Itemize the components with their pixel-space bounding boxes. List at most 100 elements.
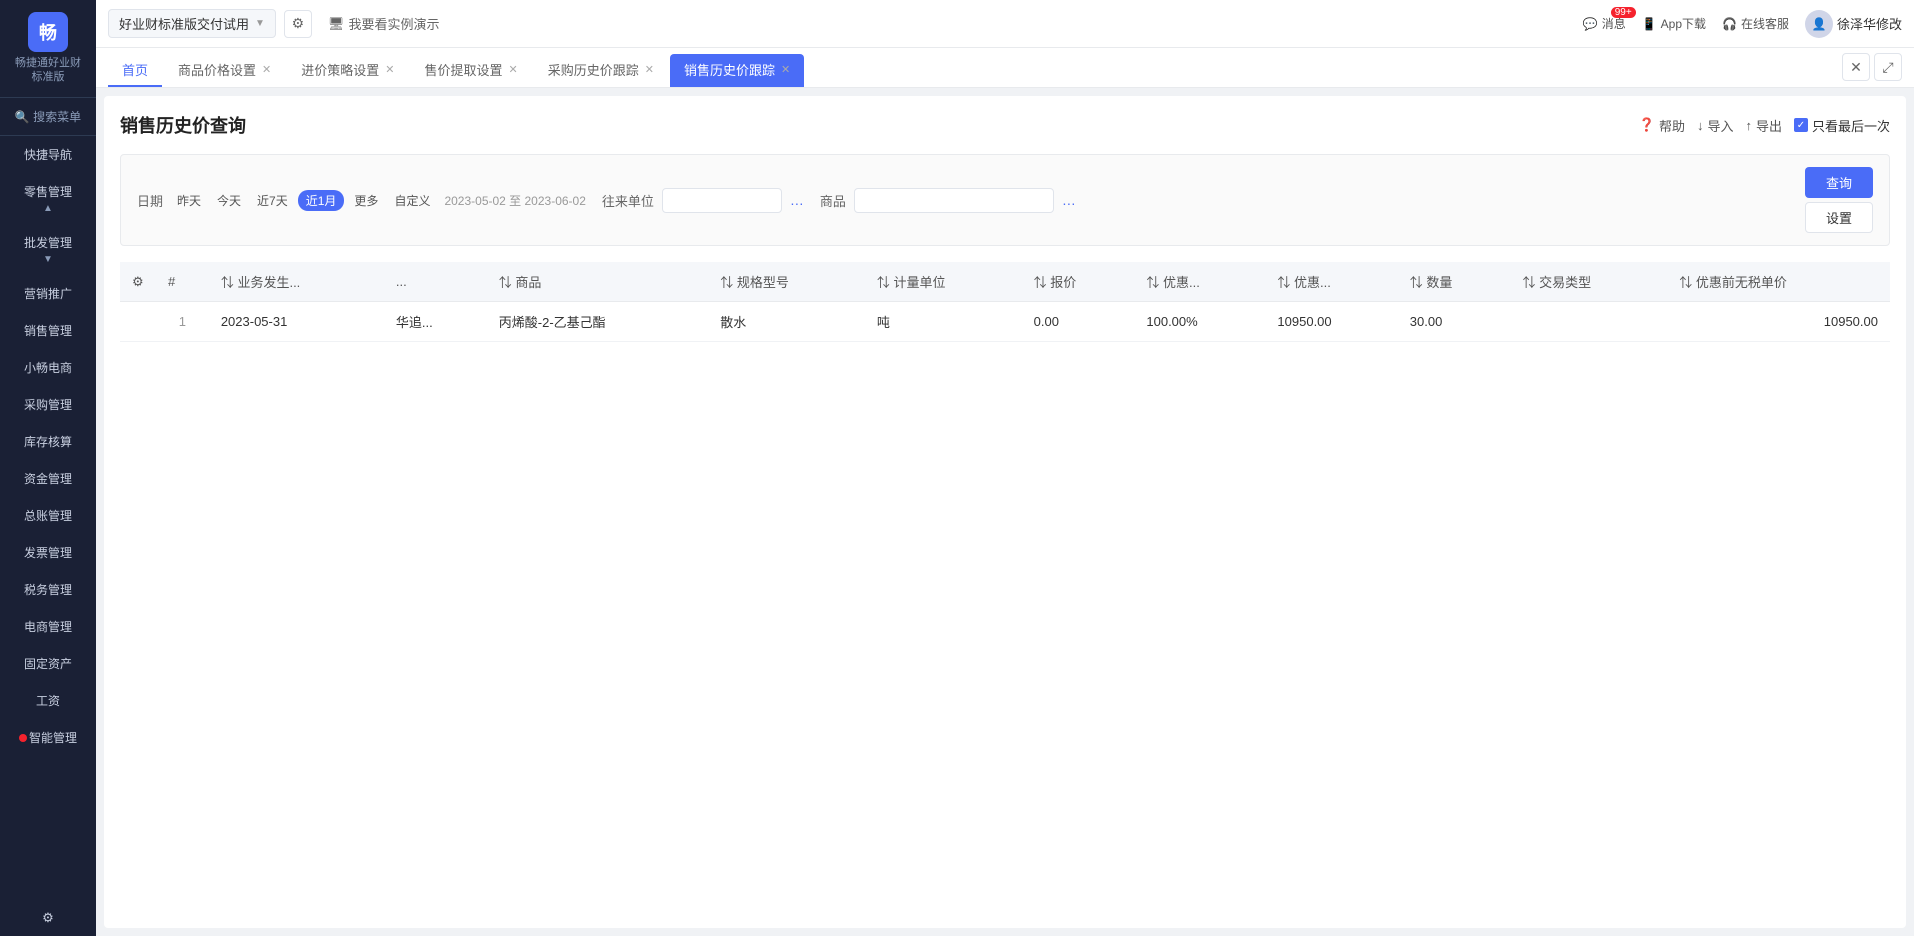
col-more[interactable]: ... xyxy=(384,262,487,302)
search-button[interactable]: 查询 xyxy=(1805,167,1873,198)
col-trade-type[interactable]: ⇅ 交易类型 xyxy=(1511,262,1668,302)
sidebar-item-retail[interactable]: 零售管理 ▲ xyxy=(0,173,96,224)
export-button[interactable]: ↑ 导出 xyxy=(1745,116,1782,135)
tab-home[interactable]: 首页 xyxy=(108,54,162,87)
cell-num: 1 xyxy=(156,302,209,342)
tab-close-icon[interactable]: ✕ xyxy=(645,63,654,76)
help-icon: ❓ xyxy=(1639,117,1655,133)
message-button[interactable]: 💬 消息 99+ xyxy=(1583,15,1626,32)
date-option-more[interactable]: 更多 xyxy=(348,190,384,211)
product-input[interactable] xyxy=(854,188,1054,213)
sidebar-item-marketing[interactable]: 营销推广 xyxy=(0,275,96,312)
tab-purchase-strategy[interactable]: 进价策略设置 ✕ xyxy=(287,54,408,87)
sidebar-item-sales[interactable]: 销售管理 xyxy=(0,312,96,349)
settings-button[interactable]: 设置 xyxy=(1805,202,1873,233)
gear-icon[interactable]: ⚙ xyxy=(132,274,144,289)
supplier-more-btn[interactable]: … xyxy=(790,192,804,208)
demo-link[interactable]: 🖥 我要看实例演示 xyxy=(328,14,440,33)
app-download-button[interactable]: 📱 App下载 xyxy=(1642,15,1706,32)
page-content: 销售历史价查询 ❓ 帮助 ↓ 导入 ↑ 导出 ✓ 只看最后一次 xyxy=(104,96,1906,928)
date-filter-label: 日期 xyxy=(137,191,163,210)
product-more-btn[interactable]: … xyxy=(1062,192,1076,208)
sidebar-search[interactable]: 🔍 搜索菜单 xyxy=(0,98,96,136)
tab-label: 进价策略设置 xyxy=(301,60,379,79)
page-header: 销售历史价查询 ❓ 帮助 ↓ 导入 ↑ 导出 ✓ 只看最后一次 xyxy=(120,112,1890,138)
col-quantity[interactable]: ⇅ 数量 xyxy=(1398,262,1511,302)
col-pretax-price[interactable]: ⇅ 优惠前无税单价 xyxy=(1667,262,1890,302)
sidebar-item-xiaochang[interactable]: 小畅电商 xyxy=(0,349,96,386)
tab-close-icon[interactable]: ✕ xyxy=(385,63,394,76)
sidebar-item-salary[interactable]: 工资 xyxy=(0,682,96,719)
import-icon: ↓ xyxy=(1697,118,1704,133)
sort-icon: ⇅ xyxy=(720,275,733,290)
online-service-button[interactable]: 🎧 在线客服 xyxy=(1722,15,1789,32)
help-button[interactable]: ❓ 帮助 xyxy=(1639,116,1685,135)
tab-sales-history[interactable]: 销售历史价跟踪 ✕ xyxy=(670,54,804,87)
tab-product-price[interactable]: 商品价格设置 ✕ xyxy=(164,54,285,87)
user-profile[interactable]: 👤 徐泽华修改 xyxy=(1805,10,1902,38)
chevron-down-icon: ▼ xyxy=(255,18,265,29)
date-option-today[interactable]: 今天 xyxy=(211,190,247,211)
sidebar-item-label: 发票管理 xyxy=(24,544,72,561)
supplier-input[interactable] xyxy=(662,188,782,213)
cell-gear xyxy=(120,302,156,342)
cell-discount1: 100.00% xyxy=(1134,302,1265,342)
col-discount1[interactable]: ⇅ 优惠... xyxy=(1134,262,1265,302)
close-window-button[interactable]: ✕ xyxy=(1842,53,1870,81)
last-only-checkbox[interactable]: ✓ 只看最后一次 xyxy=(1794,116,1890,135)
online-service-label: 在线客服 xyxy=(1741,15,1789,32)
chevron-icon: ▲ xyxy=(43,203,53,214)
col-product[interactable]: ⇅ 商品 xyxy=(487,262,708,302)
sidebar-item-invoice[interactable]: 发票管理 xyxy=(0,534,96,571)
expand-window-button[interactable]: ⤢ xyxy=(1874,53,1902,81)
date-option-last7[interactable]: 近7天 xyxy=(251,190,294,211)
sidebar-item-wholesale[interactable]: 批发管理 ▼ xyxy=(0,224,96,275)
tab-label: 采购历史价跟踪 xyxy=(548,60,639,79)
demo-label: 我要看实例演示 xyxy=(348,14,439,33)
tab-sale-price[interactable]: 售价提取设置 ✕ xyxy=(410,54,531,87)
checkbox-icon: ✓ xyxy=(1794,118,1808,132)
sidebar-item-quick-nav[interactable]: 快捷导航 xyxy=(0,136,96,173)
app-download-label: App下载 xyxy=(1661,15,1706,32)
chevron-icon: ▼ xyxy=(43,254,53,265)
tab-purchase-history[interactable]: 采购历史价跟踪 ✕ xyxy=(534,54,668,87)
sidebar-item-smart[interactable]: 智能管理 xyxy=(0,719,96,756)
sidebar-item-purchase[interactable]: 采购管理 xyxy=(0,386,96,423)
sort-icon: ⇅ xyxy=(499,275,512,290)
tab-close-icon[interactable]: ✕ xyxy=(781,63,790,76)
col-spec[interactable]: ⇅ 规格型号 xyxy=(708,262,865,302)
tab-label: 首页 xyxy=(122,60,148,79)
date-option-custom[interactable]: 自定义 xyxy=(388,190,436,211)
module-selector[interactable]: 好业财标准版交付试用 ▼ xyxy=(108,9,276,38)
sidebar-item-account[interactable]: 总账管理 xyxy=(0,497,96,534)
import-button[interactable]: ↓ 导入 xyxy=(1697,116,1734,135)
tab-close-icon[interactable]: ✕ xyxy=(509,63,518,76)
date-option-last1m[interactable]: 近1月 xyxy=(298,190,345,211)
avatar: 👤 xyxy=(1805,10,1833,38)
tab-close-icon[interactable]: ✕ xyxy=(262,63,271,76)
search-icon: 🔍 xyxy=(15,110,30,124)
sidebar-item-inventory[interactable]: 库存核算 xyxy=(0,423,96,460)
col-price[interactable]: ⇅ 报价 xyxy=(1022,262,1135,302)
tab-label: 售价提取设置 xyxy=(424,60,502,79)
cell-pretax-price: 10950.00 xyxy=(1667,302,1890,342)
sort-icon: ⇅ xyxy=(1410,275,1423,290)
date-option-yesterday[interactable]: 昨天 xyxy=(171,190,207,211)
sidebar-settings-btn[interactable]: ⚙ xyxy=(0,900,96,936)
table-row[interactable]: 1 2023-05-31 华追... 丙烯酸-2-乙基己酯 散水 吨 0.00 … xyxy=(120,302,1890,342)
app-logo-icon: 畅 xyxy=(28,12,68,52)
sidebar-item-label: 智能管理 xyxy=(19,729,77,746)
sidebar-item-capital[interactable]: 资金管理 xyxy=(0,460,96,497)
col-num: # xyxy=(156,262,209,302)
topbar-settings-button[interactable]: ⚙ xyxy=(284,10,312,38)
sidebar-item-tax[interactable]: 税务管理 xyxy=(0,571,96,608)
col-unit[interactable]: ⇅ 计量单位 xyxy=(865,262,1022,302)
page-title: 销售历史价查询 xyxy=(120,112,246,138)
cell-quantity: 30.00 xyxy=(1398,302,1511,342)
product-filter-group: 商品 … xyxy=(820,188,1076,213)
col-biz-date[interactable]: ⇅ 业务发生... xyxy=(209,262,384,302)
sidebar-item-ecommerce[interactable]: 电商管理 xyxy=(0,608,96,645)
col-discount2[interactable]: ⇅ 优惠... xyxy=(1265,262,1397,302)
product-filter-label: 商品 xyxy=(820,191,846,210)
sidebar-item-assets[interactable]: 固定资产 xyxy=(0,645,96,682)
